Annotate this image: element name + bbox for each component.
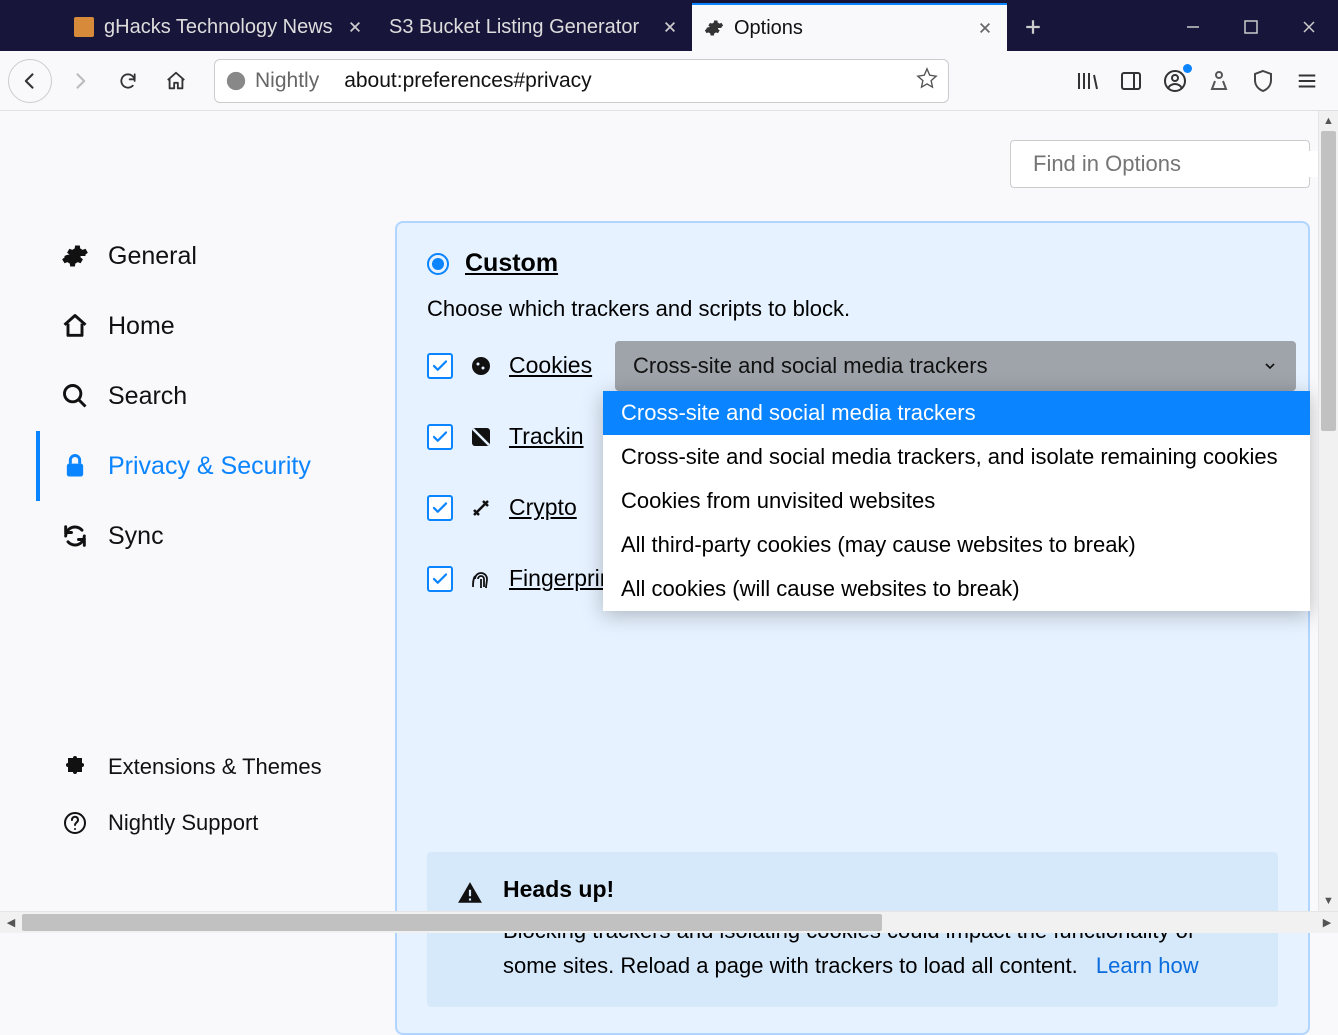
cookie-icon	[469, 354, 493, 378]
dropdown-item[interactable]: All third-party cookies (may cause websi…	[603, 523, 1310, 567]
url-input[interactable]	[332, 69, 916, 93]
close-icon[interactable]	[660, 17, 680, 37]
sidebar-item-search[interactable]: Search	[60, 361, 395, 431]
reload-button[interactable]	[108, 61, 148, 101]
maximize-button[interactable]	[1222, 3, 1280, 51]
tab-label: gHacks Technology News	[104, 16, 333, 39]
radio-selected-icon[interactable]	[427, 253, 449, 275]
titlebar: gHacks Technology News S3 Bucket Listing…	[0, 0, 1338, 51]
sidebar-item-label: Sync	[108, 522, 164, 551]
checkbox-checked-icon[interactable]	[427, 566, 453, 592]
custom-radio-row[interactable]: Custom	[427, 249, 1278, 278]
gear-icon	[60, 241, 90, 271]
shield-icon[interactable]	[1248, 66, 1278, 96]
close-icon[interactable]	[345, 17, 365, 37]
sidebar-item-general[interactable]: General	[60, 221, 395, 291]
identity-box[interactable]: Nightly	[225, 69, 332, 93]
search-icon	[60, 381, 90, 411]
puzzle-icon	[60, 752, 90, 782]
dropdown-selected: Cross-site and social media trackers	[633, 353, 988, 379]
identity-label: Nightly	[255, 69, 319, 93]
option-label: Trackin	[509, 423, 584, 450]
chevron-down-icon	[1262, 358, 1278, 374]
sidebar-item-label: Privacy & Security	[108, 452, 311, 481]
forward-button[interactable]	[60, 61, 100, 101]
new-tab-button[interactable]	[1015, 9, 1051, 45]
home-button[interactable]	[156, 61, 196, 101]
url-bar[interactable]: Nightly	[214, 59, 949, 103]
dropdown-item[interactable]: Cross-site and social media trackers	[603, 391, 1310, 435]
sidebar-item-label: Extensions & Themes	[108, 754, 322, 780]
warning-icon	[457, 880, 483, 906]
sidebar-item-label: Nightly Support	[108, 810, 258, 836]
back-button[interactable]	[8, 59, 52, 103]
tab-label: Options	[734, 17, 803, 40]
scroll-left-arrow[interactable]: ◀	[0, 912, 22, 933]
scroll-up-arrow[interactable]: ▲	[1319, 111, 1338, 131]
close-window-button[interactable]	[1280, 3, 1338, 51]
horizontal-scrollbar[interactable]: ◀ ▶	[0, 911, 1338, 933]
vertical-scrollbar[interactable]: ▲ ▼	[1318, 111, 1338, 911]
scroll-thumb[interactable]	[1321, 131, 1336, 431]
learn-how-link[interactable]: Learn how	[1096, 953, 1199, 978]
help-icon	[60, 808, 90, 838]
scroll-down-arrow[interactable]: ▼	[1319, 891, 1338, 911]
sync-icon	[60, 521, 90, 551]
sidebar-item-extensions[interactable]: Extensions & Themes	[60, 739, 322, 795]
library-icon[interactable]	[1072, 66, 1102, 96]
sidebar-bottom: Extensions & Themes Nightly Support	[60, 739, 322, 851]
fingerprint-icon	[469, 567, 493, 591]
sidebar-item-label: Home	[108, 312, 175, 341]
preferences-content: General Home Search Privacy & Security S…	[0, 111, 1338, 911]
tab-ghacks[interactable]: gHacks Technology News	[62, 3, 377, 51]
extension-icon[interactable]	[1204, 66, 1234, 96]
scroll-thumb[interactable]	[22, 914, 882, 931]
favicon-ghacks	[74, 17, 94, 37]
tab-label: S3 Bucket Listing Generator	[389, 16, 639, 39]
account-icon[interactable]	[1160, 66, 1190, 96]
dropdown-menu: Cross-site and social media trackers Cro…	[603, 391, 1310, 611]
sidebar-item-home[interactable]: Home	[60, 291, 395, 361]
menu-button[interactable]	[1292, 66, 1322, 96]
sidebar-item-label: Search	[108, 382, 187, 411]
dropdown-item[interactable]: All cookies (will cause websites to brea…	[603, 567, 1310, 611]
sidebar-item-sync[interactable]: Sync	[60, 501, 395, 571]
main-panel: Custom Choose which trackers and scripts…	[395, 111, 1338, 911]
firefox-icon	[225, 70, 247, 92]
sidebar-item-label: General	[108, 242, 197, 271]
option-label: Cookies	[509, 352, 592, 379]
cookies-dropdown: Cross-site and social media trackers Cro…	[615, 341, 1296, 391]
checkbox-checked-icon[interactable]	[427, 424, 453, 450]
custom-label: Custom	[465, 249, 558, 278]
home-icon	[60, 311, 90, 341]
tab-options[interactable]: Options	[692, 3, 1007, 51]
navigation-toolbar: Nightly	[0, 51, 1338, 111]
dropdown-toggle[interactable]: Cross-site and social media trackers	[615, 341, 1296, 391]
option-label: Crypto	[509, 494, 577, 521]
tab-s3[interactable]: S3 Bucket Listing Generator	[377, 3, 692, 51]
checkbox-checked-icon[interactable]	[427, 495, 453, 521]
toolbar-actions	[1072, 66, 1330, 96]
dropdown-item[interactable]: Cross-site and social media trackers, an…	[603, 435, 1310, 479]
headsup-title: Heads up!	[503, 876, 1248, 903]
window-controls	[1164, 3, 1338, 51]
custom-subtitle: Choose which trackers and scripts to blo…	[427, 296, 1278, 322]
tab-strip: gHacks Technology News S3 Bucket Listing…	[62, 3, 1007, 51]
sidebar-item-support[interactable]: Nightly Support	[60, 795, 322, 851]
tracking-icon	[469, 425, 493, 449]
crypto-icon	[469, 496, 493, 520]
bookmark-star-icon[interactable]	[916, 67, 938, 94]
gear-icon	[704, 18, 724, 38]
sidebar-icon[interactable]	[1116, 66, 1146, 96]
minimize-button[interactable]	[1164, 3, 1222, 51]
dropdown-item[interactable]: Cookies from unvisited websites	[603, 479, 1310, 523]
sidebar-item-privacy[interactable]: Privacy & Security	[36, 431, 395, 501]
checkbox-checked-icon[interactable]	[427, 353, 453, 379]
lock-icon	[60, 451, 90, 481]
categories-sidebar: General Home Search Privacy & Security S…	[0, 111, 395, 911]
close-icon[interactable]	[975, 18, 995, 38]
scroll-right-arrow[interactable]: ▶	[1316, 912, 1338, 933]
